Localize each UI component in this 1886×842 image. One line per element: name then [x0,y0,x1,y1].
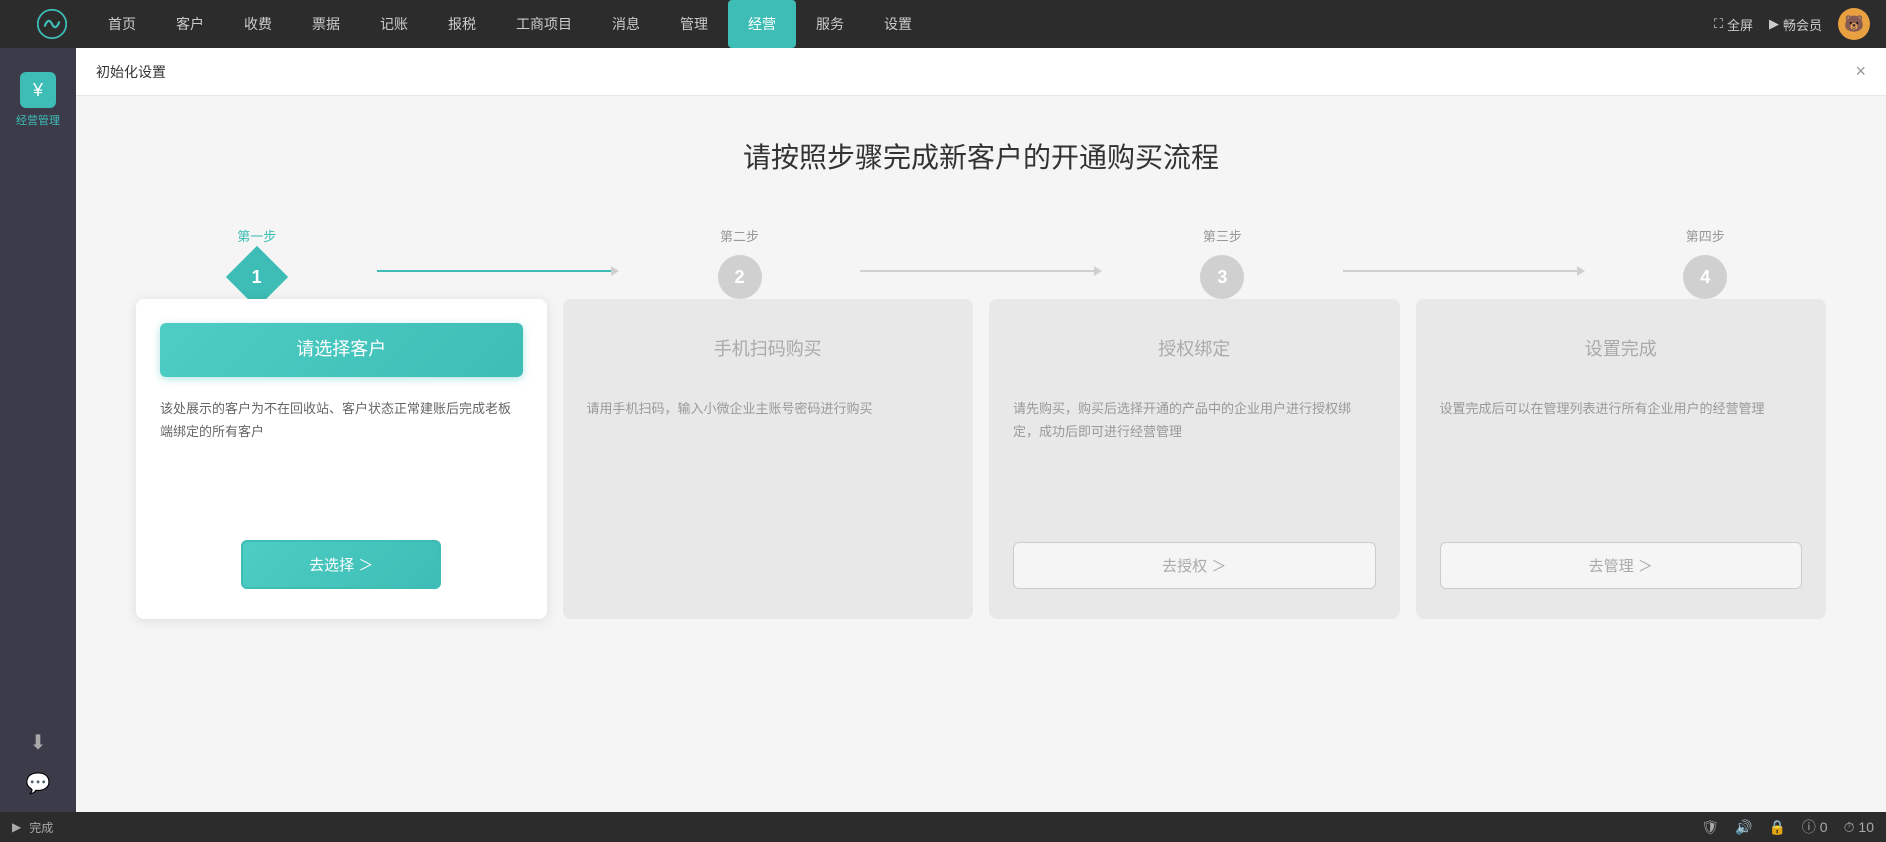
status-play-icon[interactable]: ▶ [12,820,21,834]
connector-2-3 [860,266,1101,276]
step-3-action-button[interactable]: 去授权 ＞ [1013,542,1376,589]
fullscreen-label: 全屏 [1727,15,1753,34]
nav-item-tax[interactable]: 报税 [428,0,496,48]
card-3-action: 去授权 ＞ [1013,522,1376,589]
nav-item-service[interactable]: 服务 [796,0,864,48]
step-card-2: 手机扫码购买 请用手机扫码，输入小微企业主账号密码进行购买 [563,299,974,619]
fullscreen-button[interactable]: ⛶ 全屏 [1714,15,1753,34]
sidebar-download-icon[interactable]: ⬇ [30,730,47,755]
step-1-action-button[interactable]: 去选择 ＞ [241,540,441,589]
connector-arrow-2 [1094,266,1102,276]
status-bar: ▶ 完成 🛡 🔊 🔒 ⓘ 0 ⏱ 10 [0,812,1886,842]
step-card-3: 授权绑定 请先购买，购买后选择开通的产品中的企业用户进行授权绑定，成功后即可进行… [989,299,1400,619]
avatar[interactable]: 🐻 [1838,8,1870,40]
card-4-description: 设置完成后可以在管理列表进行所有企业用户的经营管理 [1440,397,1803,522]
status-volume-icon[interactable]: 🔊 [1735,819,1752,836]
sidebar-bottom: ⬇ 💬 [26,730,51,812]
step-1-label: 第一步 [237,226,276,245]
step-card-4: 设置完成 设置完成后可以在管理列表进行所有企业用户的经营管理 去管理 ＞ [1416,299,1827,619]
sidebar-support-icon[interactable]: 💬 [26,771,51,796]
nav-items: 首页 客户 收费 票据 记账 报税 工商项目 消息 管理 经营 服务 设置 [88,0,1714,48]
page-title: 初始化设置 [96,62,166,82]
status-bar-right: 🛡 🔊 🔒 ⓘ 0 ⏱ 10 [1701,817,1874,837]
step-1-number: 1 [252,266,262,287]
connector-1-2 [377,266,618,276]
step-3-number: 3 [1217,267,1227,288]
step-item-2: 第二步 2 [619,226,860,299]
left-sidebar: ¥ 经营管理 ⬇ 💬 [0,48,76,812]
nav-item-home[interactable]: 首页 [88,0,156,48]
nav-logo [16,8,88,40]
nav-item-fee[interactable]: 收费 [224,0,292,48]
step-3-label: 第三步 [1203,226,1242,245]
sidebar-module-label: 经营管理 [16,112,60,128]
nav-item-message[interactable]: 消息 [592,0,660,48]
main-content: 初始化设置 × 请按照步骤完成新客户的开通购买流程 第一步 1 [76,48,1886,812]
step-4-label: 第四步 [1686,226,1725,245]
vip-button[interactable]: ▶ 畅会员 [1769,15,1822,34]
status-lock-icon: 🔒 [1768,819,1785,836]
vip-icon: ▶ [1769,16,1779,32]
card-2-title: 手机扫码购买 [587,323,950,377]
card-1-title: 请选择客户 [160,323,523,377]
fullscreen-icon: ⛶ [1714,16,1723,32]
connector-arrow-3 [1577,266,1585,276]
connector-3-4 [1343,266,1584,276]
step-item-3: 第三步 3 [1102,226,1343,299]
card-1-description: 该处展示的客户为不在回收站、客户状态正常建账后完成老板端绑定的所有客户 [160,397,523,520]
step-4-action-button[interactable]: 去管理 ＞ [1440,542,1803,589]
nav-item-business[interactable]: 工商项目 [496,0,592,48]
steps-row: 第一步 1 第二步 2 [136,226,1826,299]
nav-item-manage[interactable]: 管理 [660,0,728,48]
card-1-action: 去选择 ＞ [160,520,523,589]
top-navigation: 首页 客户 收费 票据 记账 报税 工商项目 消息 管理 经营 服务 设置 ⛶ … [0,0,1886,48]
status-shield-icon: 🛡 [1701,819,1719,836]
card-2-description: 请用手机扫码，输入小微企业主账号密码进行购买 [587,397,950,589]
cards-row: 请选择客户 该处展示的客户为不在回收站、客户状态正常建账后完成老板端绑定的所有客… [136,299,1826,619]
nav-right: ⛶ 全屏 ▶ 畅会员 🐻 [1714,8,1870,40]
status-info-icon: ⓘ 0 [1802,817,1828,837]
page-header: 初始化设置 × [76,48,1886,96]
step-4-circle: 4 [1683,255,1727,299]
status-label: 完成 [29,819,53,836]
connector-line-1 [377,270,610,272]
nav-item-settings[interactable]: 设置 [864,0,932,48]
step-2-label: 第二步 [720,226,759,245]
status-timer-icon: ⏱ 10 [1844,819,1874,836]
step-2-circle: 2 [718,255,762,299]
wizard-title: 请按照步骤完成新客户的开通购买流程 [743,136,1219,176]
connector-line-2 [860,270,1093,272]
connector-arrow-1 [611,266,619,276]
card-4-action: 去管理 ＞ [1440,522,1803,589]
connector-line-3 [1343,270,1576,272]
card-3-title: 授权绑定 [1013,323,1376,377]
step-item-1: 第一步 1 [136,226,377,299]
nav-item-operation[interactable]: 经营 [728,0,796,48]
step-2-number: 2 [735,267,745,288]
sidebar-icon-yen: ¥ [20,72,56,108]
card-3-description: 请先购买，购买后选择开通的产品中的企业用户进行授权绑定，成功后即可进行经营管理 [1013,397,1376,522]
vip-label: 畅会员 [1783,15,1822,34]
step-card-1: 请选择客户 该处展示的客户为不在回收站、客户状态正常建账后完成老板端绑定的所有客… [136,299,547,619]
sidebar-module-operation[interactable]: ¥ 经营管理 [12,64,64,136]
step-4-number: 4 [1700,267,1710,288]
step-3-circle: 3 [1200,255,1244,299]
nav-item-account[interactable]: 记账 [360,0,428,48]
nav-item-client[interactable]: 客户 [156,0,224,48]
close-button[interactable]: × [1855,61,1866,82]
card-4-title: 设置完成 [1440,323,1803,377]
steps-and-cards: 第一步 1 第二步 2 [136,226,1826,619]
wizard-content: 请按照步骤完成新客户的开通购买流程 第一步 1 第二步 [76,96,1886,812]
step-item-4: 第四步 4 [1585,226,1826,299]
nav-item-bill[interactable]: 票据 [292,0,360,48]
